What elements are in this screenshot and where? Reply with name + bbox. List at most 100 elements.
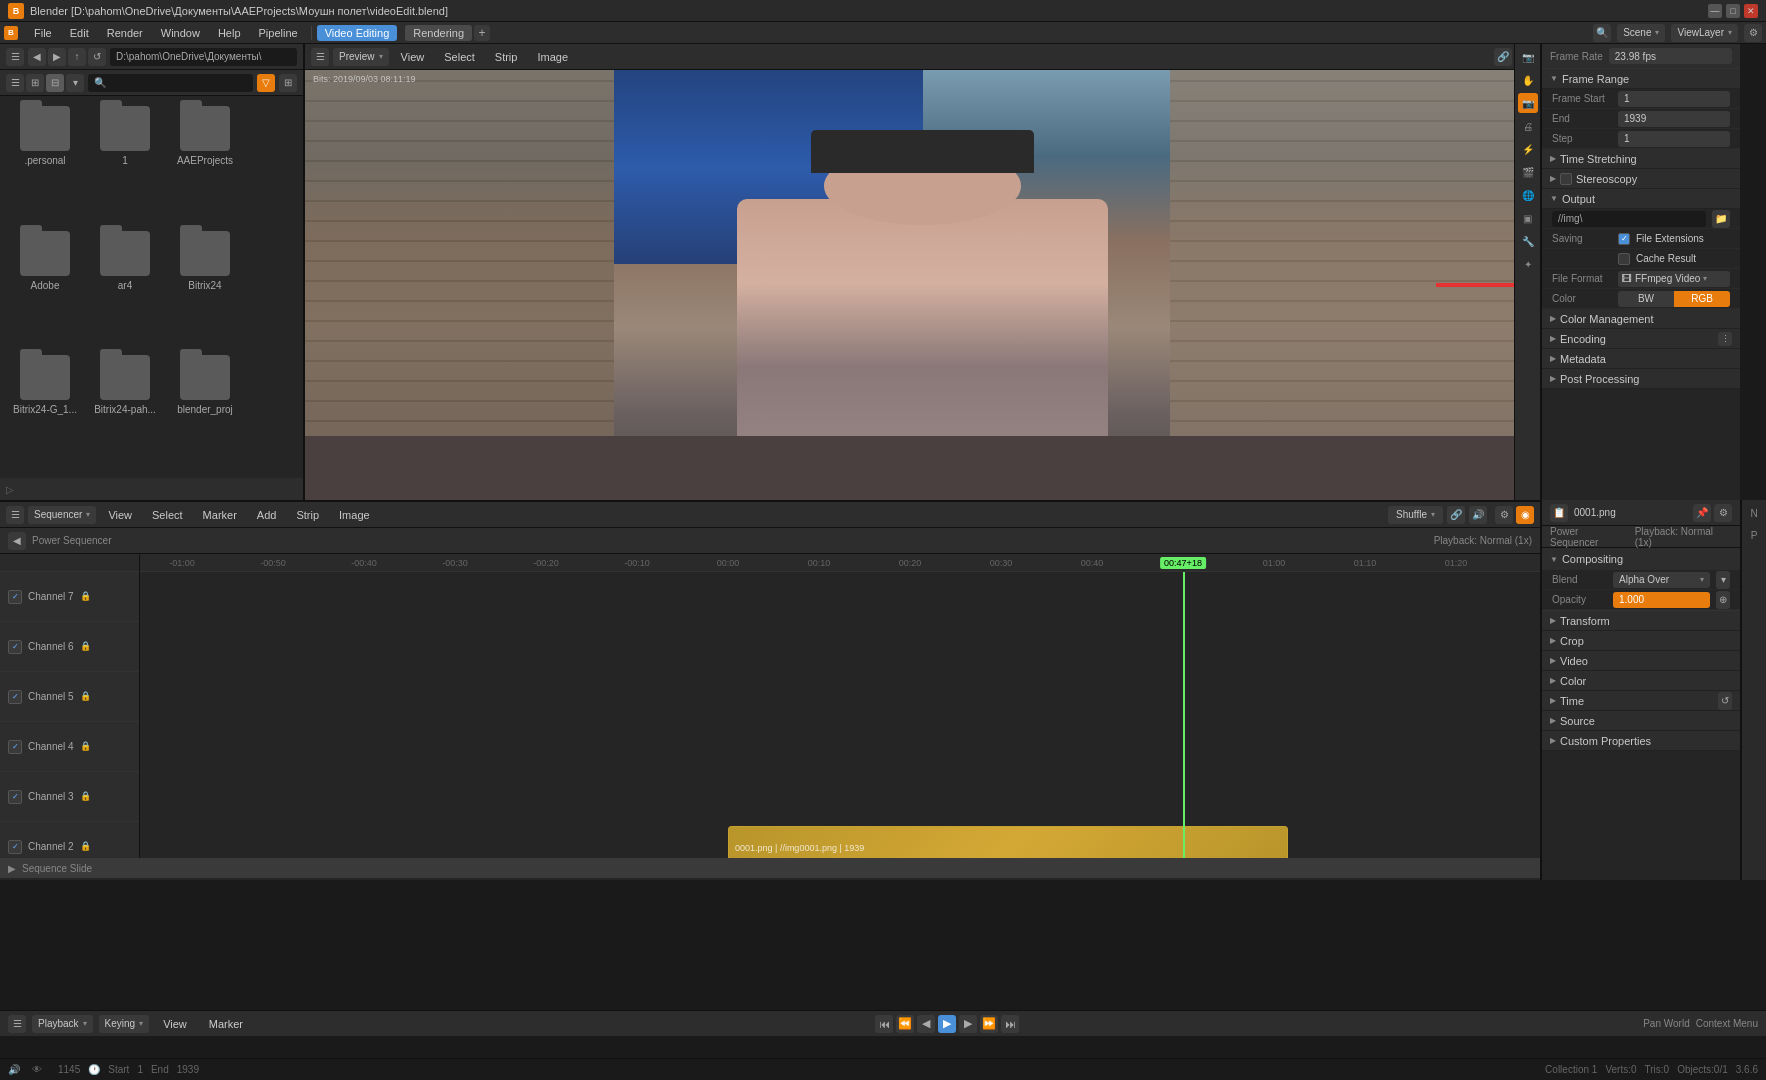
- frame-range-header[interactable]: ▼ Frame Range: [1542, 69, 1740, 89]
- file-item-adobe[interactable]: Adobe: [10, 231, 80, 346]
- seq-menu-marker[interactable]: Marker: [195, 507, 245, 523]
- keying-mode[interactable]: Keying ▾: [99, 1015, 150, 1033]
- rgb-btn[interactable]: RGB: [1674, 291, 1730, 307]
- transform-header[interactable]: ▶ Transform: [1542, 611, 1740, 631]
- file-item-aaeprojects[interactable]: AAEProjects: [170, 106, 240, 221]
- opacity-bar[interactable]: 1.000: [1613, 592, 1710, 608]
- file-extensions-cb[interactable]: ✓: [1618, 233, 1630, 245]
- time-stretching-header[interactable]: ▶ Time Stretching: [1542, 149, 1740, 169]
- view-layer-selector[interactable]: ViewLayer ▾: [1671, 24, 1738, 42]
- seq-settings-icon[interactable]: ⚙: [1495, 506, 1513, 524]
- add-workspace-btn[interactable]: +: [474, 25, 490, 41]
- video-header[interactable]: ▶ Video: [1542, 651, 1740, 671]
- output-path-field[interactable]: //img\: [1552, 211, 1706, 227]
- seq-view-toggle[interactable]: ☰: [6, 506, 24, 524]
- seq-menu-strip[interactable]: Strip: [288, 507, 327, 523]
- encoding-header[interactable]: ▶ Encoding ⋮: [1542, 329, 1740, 349]
- file-item-1[interactable]: 1: [90, 106, 160, 221]
- seq-left-arrow[interactable]: ◀: [8, 532, 26, 550]
- prev-btn[interactable]: ◀: [917, 1015, 935, 1033]
- playback-toggle-1[interactable]: ☰: [8, 1015, 26, 1033]
- color-seq-header[interactable]: ▶ Color: [1542, 671, 1740, 691]
- maximize-btn[interactable]: □: [1726, 4, 1740, 18]
- preview-view-toggle[interactable]: ☰: [311, 48, 329, 66]
- preview-mode-dropdown[interactable]: Preview ▾: [333, 48, 389, 66]
- metadata-header[interactable]: ▶ Metadata: [1542, 349, 1740, 369]
- seq-audio-icon[interactable]: 🔊: [1469, 506, 1487, 524]
- file-item-bitrix24[interactable]: Bitrix24: [170, 231, 240, 346]
- menu-render[interactable]: Render: [99, 25, 151, 41]
- minimize-btn[interactable]: —: [1708, 4, 1722, 18]
- props-render-icon[interactable]: 📷: [1518, 93, 1538, 113]
- fb-small-grid-view[interactable]: ⊞: [26, 74, 44, 92]
- compositing-header[interactable]: ▼ Compositing: [1542, 548, 1740, 570]
- shuffle-dropdown[interactable]: Shuffle ▾: [1388, 506, 1443, 524]
- menu-video-editing[interactable]: Video Editing: [317, 25, 398, 41]
- preview-menu-select[interactable]: Select: [436, 49, 483, 65]
- file-format-btn[interactable]: 🎞 FFmpeg Video ▾: [1618, 271, 1730, 287]
- props-scene-icon[interactable]: 🎬: [1518, 162, 1538, 182]
- fb-path-bar[interactable]: D:\pahom\OneDrive\Документы\: [110, 48, 297, 66]
- ch6-check[interactable]: ✓: [8, 640, 22, 654]
- fb-filter-btn[interactable]: ▽: [257, 74, 275, 92]
- custom-props-header[interactable]: ▶ Custom Properties: [1542, 731, 1740, 751]
- timeline-ruler[interactable]: -01:00 -00:50 -00:40 -00:30 -00:20 -00:1…: [140, 554, 1540, 572]
- props-world-icon[interactable]: 🌐: [1518, 185, 1538, 205]
- time-header[interactable]: ▶ Time ↺: [1542, 691, 1740, 711]
- menu-pipeline[interactable]: Pipeline: [251, 25, 306, 41]
- frame-end-value[interactable]: 1939: [1618, 111, 1730, 127]
- side-icon-1[interactable]: N: [1744, 503, 1764, 523]
- crop-header[interactable]: ▶ Crop: [1542, 631, 1740, 651]
- side-icon-2[interactable]: P: [1744, 525, 1764, 545]
- scene-selector[interactable]: Scene ▾: [1617, 24, 1665, 42]
- props-view-layer-icon[interactable]: ⚡: [1518, 139, 1538, 159]
- menu-help[interactable]: Help: [210, 25, 249, 41]
- props-modifier-icon[interactable]: 🔧: [1518, 231, 1538, 251]
- ch2-check[interactable]: ✓: [8, 840, 22, 854]
- jump-end-btn[interactable]: ⏭: [1001, 1015, 1019, 1033]
- props-object-icon[interactable]: ▣: [1518, 208, 1538, 228]
- play-btn[interactable]: ▶: [938, 1015, 956, 1033]
- file-item-personal[interactable]: .personal: [10, 106, 80, 221]
- file-item-blender-proj[interactable]: blender_proj: [170, 355, 240, 470]
- frame-step-value[interactable]: 1: [1618, 131, 1730, 147]
- seq-menu-select[interactable]: Select: [144, 507, 191, 523]
- playback-mode[interactable]: Playback ▾: [32, 1015, 93, 1033]
- opacity-extra-btn[interactable]: ⊕: [1716, 591, 1730, 609]
- fb-search[interactable]: 🔍: [88, 74, 253, 92]
- psp-icon[interactable]: 📋: [1550, 504, 1568, 522]
- fb-large-grid-view[interactable]: ⊟: [46, 74, 64, 92]
- seq-mode-dropdown[interactable]: Sequencer ▾: [28, 506, 96, 524]
- search-icon-top[interactable]: 🔍: [1593, 24, 1611, 42]
- fb-forward-btn[interactable]: ▶: [48, 48, 66, 66]
- cache-result-cb[interactable]: [1618, 253, 1630, 265]
- file-item-bitrix24-g[interactable]: Bitrix24-G_1...: [10, 355, 80, 470]
- preview-menu-view[interactable]: View: [393, 49, 433, 65]
- ch5-check[interactable]: ✓: [8, 690, 22, 704]
- blend-extra-btn[interactable]: ▾: [1716, 571, 1730, 589]
- gear-icon-top[interactable]: ⚙: [1744, 24, 1762, 42]
- props-camera-icon[interactable]: 📷: [1518, 47, 1538, 67]
- ch3-check[interactable]: ✓: [8, 790, 22, 804]
- stereoscopy-header[interactable]: ▶ Stereoscopy: [1542, 169, 1740, 189]
- blend-dropdown[interactable]: Alpha Over ▾: [1613, 572, 1710, 588]
- fb-columns-view[interactable]: ▾: [66, 74, 84, 92]
- next-frame-btn[interactable]: ⏩: [980, 1015, 998, 1033]
- seq-orange-icon[interactable]: ◉: [1516, 506, 1534, 524]
- output-folder-btn[interactable]: 📁: [1712, 210, 1730, 228]
- jump-start-btn[interactable]: ⏮: [875, 1015, 893, 1033]
- seq-menu-view[interactable]: View: [100, 507, 140, 523]
- ch7-check[interactable]: ✓: [8, 590, 22, 604]
- image-strip[interactable]: 0001.png | //img0001.png | 1939: [728, 826, 1288, 858]
- preview-link-icon[interactable]: 🔗: [1494, 48, 1512, 66]
- source-header[interactable]: ▶ Source: [1542, 711, 1740, 731]
- post-processing-header[interactable]: ▶ Post Processing: [1542, 369, 1740, 389]
- menu-file[interactable]: File: [26, 25, 60, 41]
- fb-list-view[interactable]: ☰: [6, 74, 24, 92]
- prev-frame-btn[interactable]: ⏪: [896, 1015, 914, 1033]
- fb-refresh-btn[interactable]: ↺: [88, 48, 106, 66]
- close-btn[interactable]: ✕: [1744, 4, 1758, 18]
- color-mgmt-header[interactable]: ▶ Color Management: [1542, 309, 1740, 329]
- fb-sort-btn[interactable]: ⊞: [279, 74, 297, 92]
- pb-marker[interactable]: Marker: [201, 1016, 251, 1032]
